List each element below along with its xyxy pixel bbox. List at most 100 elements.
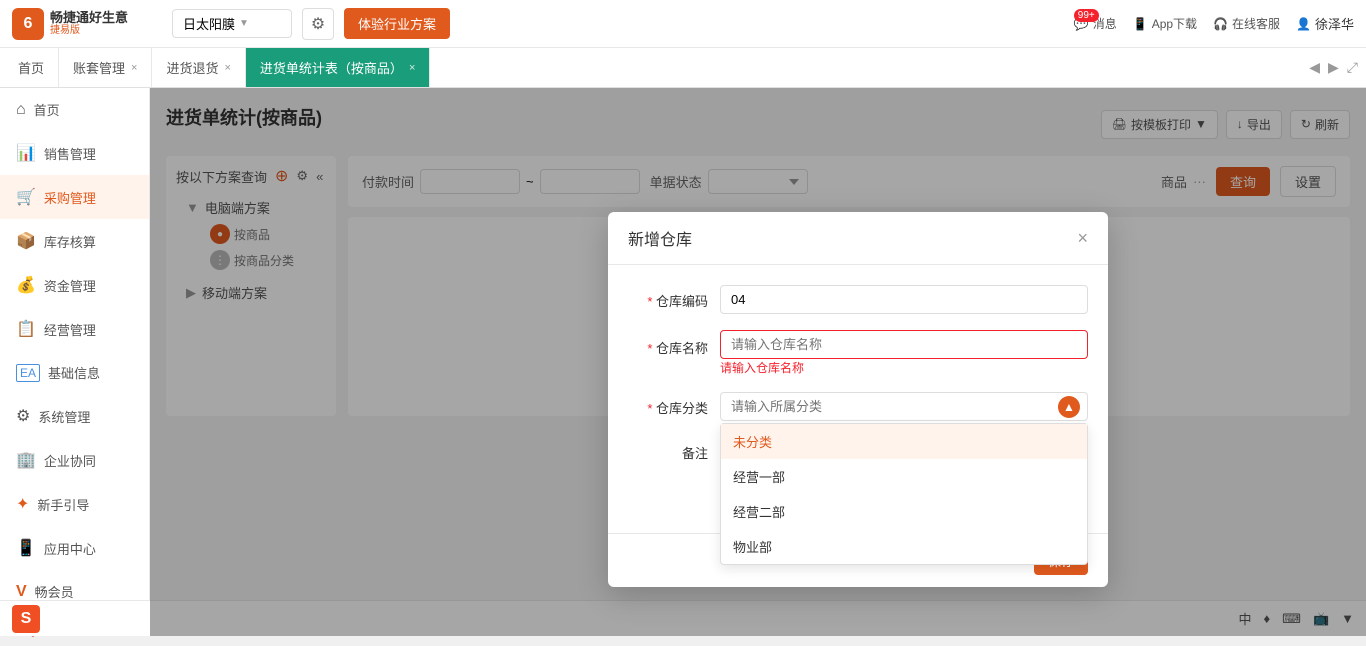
tab-purchase-return-close-icon[interactable]: ×: [224, 62, 230, 74]
code-label: 仓库编码: [628, 285, 708, 310]
sidebar-item-enterprise[interactable]: 🏢 企业协同: [0, 438, 149, 482]
enterprise-icon: 🏢: [16, 450, 36, 470]
store-chevron-icon: ▼: [239, 18, 249, 29]
ops-icon: 📋: [16, 319, 36, 339]
top-header: 6 畅捷通好生意 捷易版 日太阳膜 ▼ ⚙ 体验行业方案 💬 99+ 消息 📱 …: [0, 0, 1366, 48]
header-right: 💬 99+ 消息 📱 App下载 🎧 在线客服 👤 徐泽华: [1074, 14, 1354, 33]
sidebar-item-apps[interactable]: 📱 应用中心: [0, 526, 149, 570]
inventory-icon: 📦: [16, 231, 36, 251]
user-name: 徐泽华: [1315, 14, 1354, 33]
form-row-name: 仓库名称 请输入仓库名称: [628, 330, 1088, 376]
user-avatar-icon: 👤: [1296, 17, 1311, 31]
tab-bar: 首页 账套管理 × 进货退货 × 进货单统计表（按商品） × ◀ ▶ ⤢: [0, 48, 1366, 88]
tab-expand-icon[interactable]: ⤢: [1347, 59, 1358, 76]
sidebar-item-sales-label: 销售管理: [44, 144, 96, 163]
sidebar-item-home-label: 首页: [34, 100, 60, 119]
app-download-action[interactable]: 📱 App下载: [1133, 15, 1197, 32]
tab-account[interactable]: 账套管理 ×: [59, 48, 152, 87]
sales-icon: 📊: [16, 143, 36, 163]
tab-purchase-return[interactable]: 进货退货 ×: [152, 48, 245, 87]
logo-main-text: 畅捷通好生意: [50, 10, 128, 26]
sidebar-item-basic-label: 基础信息: [48, 363, 100, 382]
sidebar-item-home[interactable]: ⌂ 首页: [0, 88, 149, 131]
vip-icon: V: [16, 583, 27, 601]
tab-account-close-icon[interactable]: ×: [131, 62, 137, 74]
gear-icon: ⚙: [311, 14, 325, 34]
sidebar-item-sales[interactable]: 📊 销售管理: [0, 131, 149, 175]
modal-close-button[interactable]: ×: [1077, 228, 1088, 249]
sidebar-item-system[interactable]: ⚙ 系统管理: [0, 394, 149, 438]
bottom-s-logo: S: [12, 605, 40, 633]
message-badge: 99+: [1074, 9, 1099, 22]
dropdown-arrow-icon[interactable]: ▲: [1058, 396, 1080, 418]
store-selector[interactable]: 日太阳膜 ▼: [172, 9, 292, 38]
sidebar-item-ops[interactable]: 📋 经营管理: [0, 307, 149, 351]
tab-purchase-stat-close-icon[interactable]: ×: [409, 62, 415, 74]
dropdown-list: 未分类 经营一部 经营二部 物业部: [720, 423, 1088, 565]
tab-purchase-return-label: 进货退货: [166, 58, 218, 77]
sidebar-item-purchase[interactable]: 🛒 采购管理: [0, 175, 149, 219]
service-icon: 🎧: [1213, 17, 1228, 31]
dropdown-option-uncategorized[interactable]: 未分类: [721, 424, 1087, 459]
sidebar-item-purchase-label: 采购管理: [44, 188, 96, 207]
sidebar-item-system-label: 系统管理: [38, 407, 90, 426]
form-row-category: 仓库分类 ▲ 未分类 经营一部 经营二部 物业部: [628, 392, 1088, 421]
sidebar-item-inventory[interactable]: 📦 库存核算: [0, 219, 149, 263]
service-label: 在线客服: [1232, 15, 1280, 32]
sidebar-item-basic[interactable]: EA 基础信息: [0, 351, 149, 394]
name-error-msg: 请输入仓库名称: [720, 361, 804, 375]
tab-home[interactable]: 首页: [4, 48, 59, 87]
code-input[interactable]: [720, 285, 1088, 314]
app-label: App下载: [1152, 15, 1197, 32]
purchase-icon: 🛒: [16, 187, 36, 207]
sidebar-item-enterprise-label: 企业协同: [44, 451, 96, 470]
sidebar-item-guide[interactable]: ✦ 新手引导: [0, 482, 149, 526]
sidebar-item-finance[interactable]: 💰 资金管理: [0, 263, 149, 307]
online-service-action[interactable]: 🎧 在线客服: [1213, 15, 1280, 32]
dropdown-option-dept2[interactable]: 经营二部: [721, 494, 1087, 529]
dropdown-option-dept1[interactable]: 经营一部: [721, 459, 1087, 494]
user-action[interactable]: 👤 徐泽华: [1296, 14, 1354, 33]
add-warehouse-modal: 新增仓库 × 仓库编码 仓库名称 请输入仓库名称: [608, 212, 1108, 587]
tab-next-icon[interactable]: ▶: [1328, 59, 1339, 76]
trial-button[interactable]: 体验行业方案: [344, 8, 450, 39]
logo-sub-text: 捷易版: [50, 25, 128, 37]
apps-icon: 📱: [16, 538, 36, 558]
tab-prev-icon[interactable]: ◀: [1309, 59, 1320, 76]
sidebar-item-guide-label: 新手引导: [37, 495, 89, 514]
sidebar-item-vip-label: 畅会员: [35, 582, 74, 601]
basic-icon: EA: [16, 364, 40, 382]
logo-icon: 6: [12, 8, 44, 40]
name-label: 仓库名称: [628, 332, 708, 357]
tab-nav-actions: ◀ ▶ ⤢: [1301, 48, 1366, 87]
bottom-logo: S: [12, 605, 40, 633]
name-input[interactable]: [720, 330, 1088, 359]
main-layout: ⌂ 首页 📊 销售管理 🛒 采购管理 📦 库存核算 💰 资金管理 📋 经营管理 …: [0, 88, 1366, 636]
guide-icon: ✦: [16, 494, 29, 514]
modal-title: 新增仓库: [628, 226, 692, 250]
tab-purchase-stat-label: 进货单统计表（按商品）: [260, 58, 403, 77]
message-action[interactable]: 💬 99+ 消息: [1074, 15, 1117, 32]
category-label: 仓库分类: [628, 392, 708, 417]
finance-icon: 💰: [16, 275, 36, 295]
category-input[interactable]: [720, 392, 1088, 421]
sidebar-item-inventory-label: 库存核算: [44, 232, 96, 251]
content-area: 进货单统计(按商品) 🖨 按模板打印 ▼ ↓ 导出 ↻ 刷新: [150, 88, 1366, 636]
modal-header: 新增仓库 ×: [608, 212, 1108, 265]
home-icon: ⌂: [16, 101, 26, 119]
sidebar-item-apps-label: 应用中心: [44, 539, 96, 558]
tab-account-label: 账套管理: [73, 58, 125, 77]
tab-purchase-stat[interactable]: 进货单统计表（按商品） ×: [246, 48, 430, 87]
modal-body: 仓库编码 仓库名称 请输入仓库名称 仓库分类: [608, 265, 1108, 533]
note-label: 备注: [628, 437, 708, 462]
app-icon: 📱: [1133, 17, 1148, 31]
form-row-code: 仓库编码: [628, 285, 1088, 314]
sidebar-item-finance-label: 资金管理: [44, 276, 96, 295]
system-icon: ⚙: [16, 406, 30, 426]
logo-area: 6 畅捷通好生意 捷易版: [12, 8, 162, 40]
sidebar-item-ops-label: 经营管理: [44, 320, 96, 339]
dropdown-option-dept3[interactable]: 物业部: [721, 529, 1087, 564]
settings-button[interactable]: ⚙: [302, 8, 334, 40]
sidebar: ⌂ 首页 📊 销售管理 🛒 采购管理 📦 库存核算 💰 资金管理 📋 经营管理 …: [0, 88, 150, 636]
category-dropdown: ▲ 未分类 经营一部 经营二部 物业部: [720, 392, 1088, 421]
